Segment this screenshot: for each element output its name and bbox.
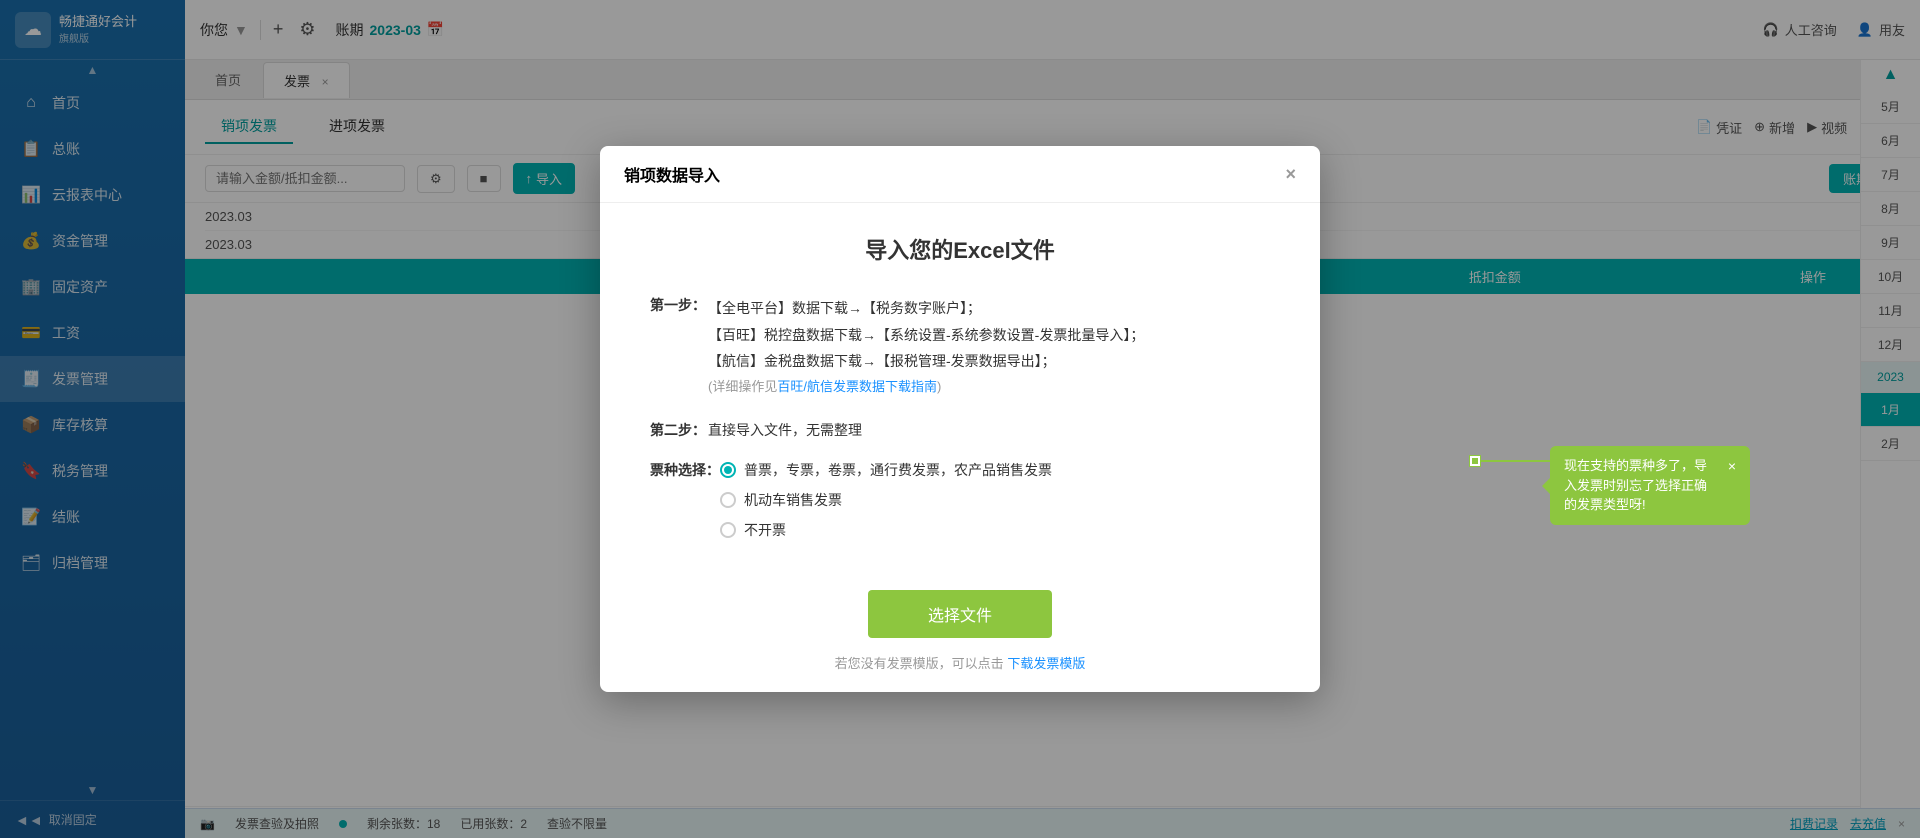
modal-body: 导入您的Excel文件 第一步： 【全电平台】数据下载→【税务数字账户】； 【百… bbox=[600, 203, 1320, 579]
step1-line1: 【全电平台】数据下载→【税务数字账户】； bbox=[708, 295, 1144, 322]
modal-overlay: 销项数据导入 × 导入您的Excel文件 第一步： 【全电平台】数据下载→【税务… bbox=[0, 0, 1920, 838]
step1-line3: 【航信】金税盘数据下载→【报税管理-发票数据导出】； bbox=[708, 348, 1144, 375]
ticket-select: 票种选择： 普票，专票，卷票，通行费发票，农产品销售发票 机动车销售发票 bbox=[650, 460, 1270, 540]
modal-title: 销项数据导入 bbox=[624, 162, 720, 186]
modal-dialog: 销项数据导入 × 导入您的Excel文件 第一步： 【全电平台】数据下载→【税务… bbox=[600, 146, 1320, 691]
tooltip-bubble: × 现在支持的票种多了，导入发票时别忘了选择正确的发票类型呀! bbox=[1550, 446, 1750, 525]
step1-line4: (详细操作见百旺/航信发票数据下载指南) bbox=[708, 375, 1144, 400]
step1-lines: 【全电平台】数据下载→【税务数字账户】； 【百旺】税控盘数据下载→【系统设置-系… bbox=[708, 295, 1144, 399]
radio-vehicle-circle bbox=[720, 492, 736, 508]
step-2: 第二步： 直接导入文件，无需整理 bbox=[650, 420, 1270, 440]
tooltip-dot bbox=[1470, 456, 1480, 466]
ticket-select-label: 票种选择： bbox=[650, 460, 720, 480]
radio-normal-circle bbox=[720, 462, 736, 478]
step1-line2: 【百旺】税控盘数据下载→【系统设置-系统参数设置-发票批量导入】； bbox=[708, 322, 1144, 349]
ticket-options: 普票，专票，卷票，通行费发票，农产品销售发票 机动车销售发票 不开票 bbox=[720, 460, 1052, 540]
radio-normal-dot bbox=[724, 466, 732, 474]
radio-none-label: 不开票 bbox=[744, 520, 786, 540]
step2-label: 第二步： bbox=[650, 420, 708, 440]
radio-vehicle[interactable]: 机动车销售发票 bbox=[720, 490, 1052, 510]
tooltip-text: 现在支持的票种多了，导入发票时别忘了选择正确的发票类型呀! bbox=[1564, 458, 1707, 512]
tooltip-line bbox=[1480, 460, 1550, 462]
radio-none-circle bbox=[720, 522, 736, 538]
modal-main-title: 导入您的Excel文件 bbox=[650, 233, 1270, 265]
step1-link[interactable]: 百旺/航信发票数据下载指南 bbox=[777, 379, 937, 394]
step2-text: 直接导入文件，无需整理 bbox=[708, 420, 862, 440]
modal-header: 销项数据导入 × bbox=[600, 146, 1320, 203]
tooltip-connector bbox=[1470, 456, 1550, 466]
template-hint: 若您没有发票模版，可以点击 下载发票模版 bbox=[835, 653, 1086, 672]
ticket-select-row: 票种选择： 普票，专票，卷票，通行费发票，农产品销售发票 机动车销售发票 bbox=[650, 460, 1270, 540]
step-1-content: 第一步： 【全电平台】数据下载→【税务数字账户】； 【百旺】税控盘数据下载→【系… bbox=[650, 295, 1270, 399]
step-2-content: 第二步： 直接导入文件，无需整理 bbox=[650, 420, 1270, 440]
template-hint-text: 若您没有发票模版，可以点击 bbox=[835, 656, 1004, 671]
radio-vehicle-label: 机动车销售发票 bbox=[744, 490, 842, 510]
step-1: 第一步： 【全电平台】数据下载→【税务数字账户】； 【百旺】税控盘数据下载→【系… bbox=[650, 295, 1270, 399]
radio-none[interactable]: 不开票 bbox=[720, 520, 1052, 540]
radio-normal-label: 普票，专票，卷票，通行费发票，农产品销售发票 bbox=[744, 460, 1052, 480]
tooltip-close-button[interactable]: × bbox=[1728, 456, 1736, 477]
radio-normal[interactable]: 普票，专票，卷票，通行费发票，农产品销售发票 bbox=[720, 460, 1052, 480]
modal-close-button[interactable]: × bbox=[1285, 164, 1296, 185]
step1-label: 第一步： bbox=[650, 295, 708, 399]
select-file-button[interactable]: 选择文件 bbox=[868, 590, 1052, 638]
modal-footer: 选择文件 若您没有发票模版，可以点击 下载发票模版 bbox=[600, 580, 1320, 692]
template-link[interactable]: 下载发票模版 bbox=[1007, 656, 1085, 671]
